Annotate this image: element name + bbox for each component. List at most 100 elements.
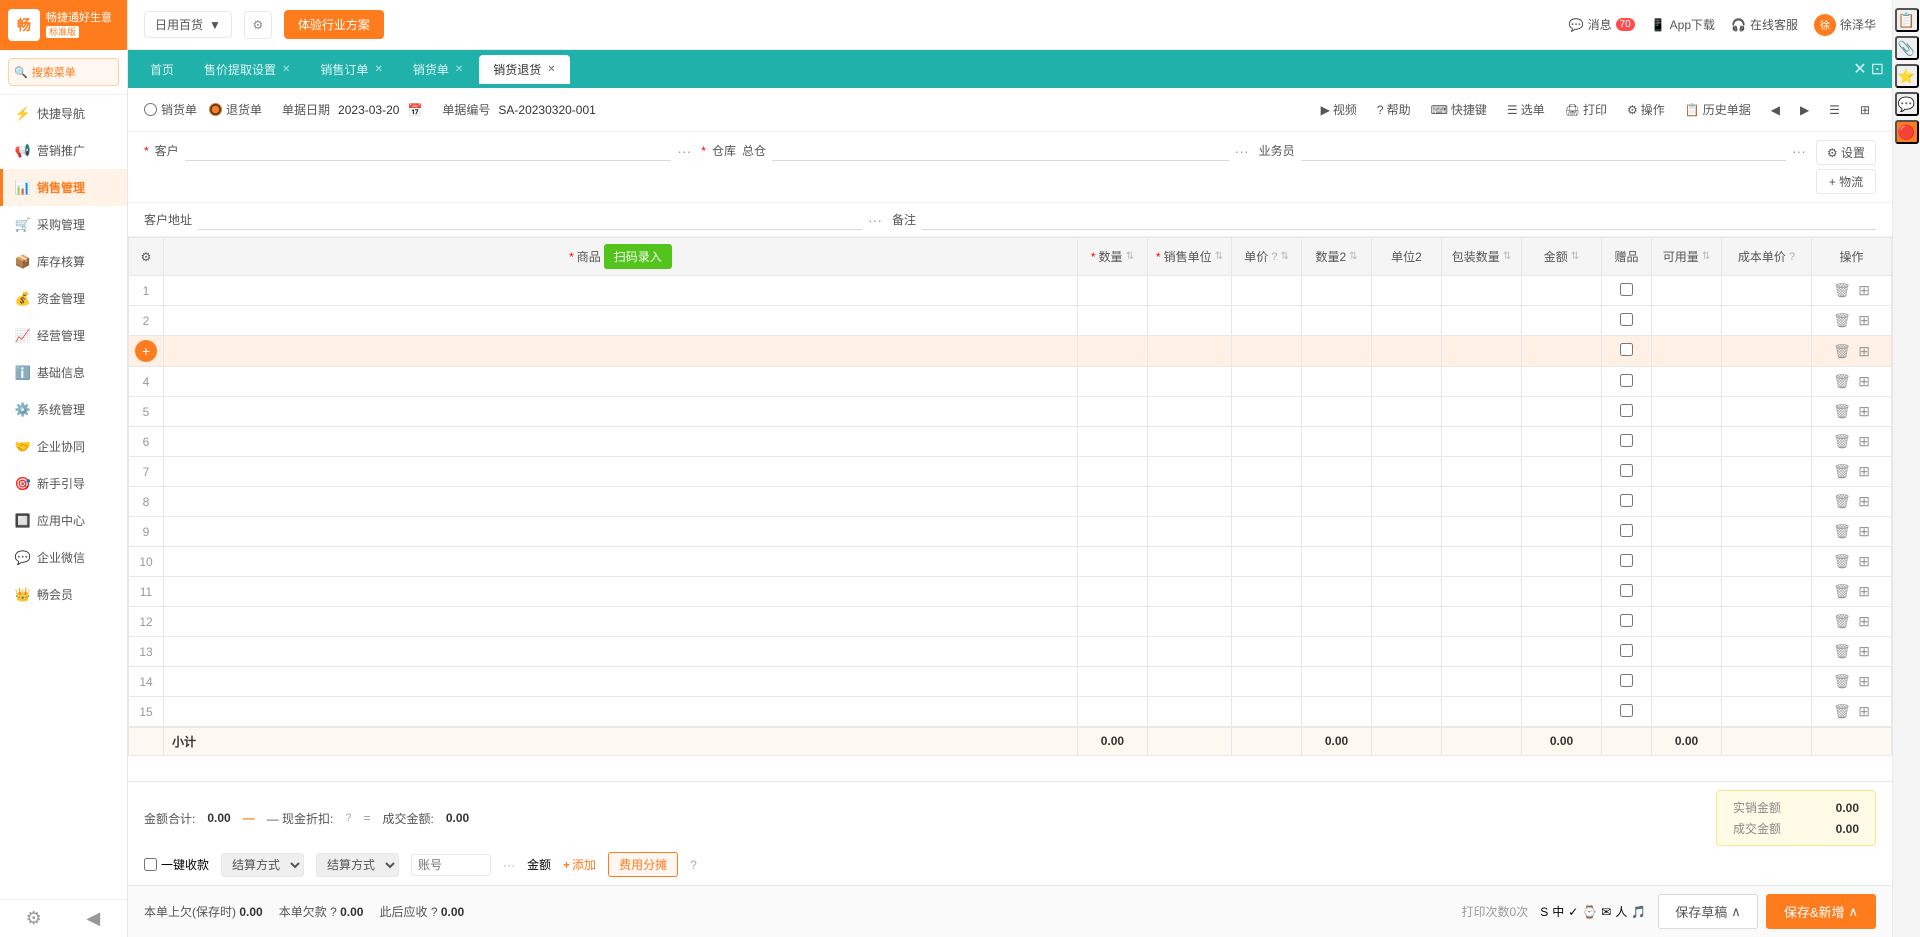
help-button[interactable]: ? 帮助 [1371, 98, 1417, 121]
close-icon[interactable]: ✕ [547, 64, 555, 75]
copy-row-button-14[interactable]: ⊞ [1856, 671, 1872, 692]
qty-input-12[interactable] [1084, 614, 1141, 629]
product-input-7[interactable] [170, 464, 1071, 479]
delete-row-button-6[interactable]: 🗑 [1831, 431, 1853, 452]
shortcut-button[interactable]: ⌨ 快捷键 [1425, 98, 1493, 121]
delete-row-button-1[interactable]: 🗑 [1831, 280, 1853, 301]
user-profile-button[interactable]: 徐 徐泽华 [1814, 14, 1876, 36]
sort-icon[interactable]: ⇅ [1571, 251, 1579, 262]
sidebar-item-app-center[interactable]: 🔲 应用中心 [0, 502, 127, 539]
sidebar-item-quick-nav[interactable]: ⚡ 快捷导航 [0, 95, 127, 132]
copy-row-button-10[interactable]: ⊞ [1856, 551, 1872, 572]
sidebar-item-guide[interactable]: 🎯 新手引导 [0, 465, 127, 502]
copy-row-button-4[interactable]: ⊞ [1856, 371, 1872, 392]
search-menu-button[interactable]: 🔍 搜索菜单 [8, 58, 119, 86]
sidebar-item-member[interactable]: 👑 畅会员 [0, 576, 127, 613]
gift-checkbox-4[interactable] [1620, 374, 1633, 387]
copy-row-button-3[interactable]: ⊞ [1856, 341, 1872, 362]
calc-method-select[interactable]: 结算方式 [221, 853, 304, 877]
close-icon[interactable]: ✕ [455, 64, 463, 75]
gift-checkbox-10[interactable] [1620, 554, 1633, 567]
product-input-8[interactable] [170, 494, 1071, 509]
history-button[interactable]: 📋 历史单据 [1679, 98, 1757, 121]
customer-input[interactable] [185, 140, 672, 161]
close-tab-button[interactable]: ✕ [1853, 59, 1866, 79]
radio-sale[interactable]: 销货单 [144, 101, 197, 118]
gift-checkbox-6[interactable] [1620, 434, 1633, 447]
sidebar-settings-button[interactable]: ⚙ [8, 908, 60, 929]
qty-input-13[interactable] [1084, 644, 1141, 659]
delete-row-button-15[interactable]: 🗑 [1831, 701, 1853, 722]
rp-chat-button[interactable]: 💬 [1895, 92, 1919, 116]
copy-row-button-1[interactable]: ⊞ [1856, 280, 1872, 301]
radio-sale-input[interactable] [144, 103, 157, 116]
delete-row-button-4[interactable]: 🗑 [1831, 371, 1853, 392]
delete-row-button-3[interactable]: 🗑 [1831, 341, 1853, 362]
account-input[interactable] [411, 854, 491, 876]
close-icon[interactable]: ✕ [282, 64, 290, 75]
account-picker[interactable]: ··· [503, 858, 515, 872]
app-download-button[interactable]: 📱 App下载 [1651, 16, 1715, 33]
gift-checkbox-13[interactable] [1620, 644, 1633, 657]
rp-star-button[interactable]: ⭐ [1895, 64, 1919, 88]
product-input-4[interactable] [170, 374, 1071, 389]
copy-row-button-6[interactable]: ⊞ [1856, 431, 1872, 452]
qty-input-7[interactable] [1084, 464, 1141, 479]
delete-row-button-11[interactable]: 🗑 [1831, 581, 1853, 602]
sidebar-collapse-button[interactable]: ◀ [68, 908, 120, 929]
view-grid-button[interactable]: ⊞ [1854, 100, 1876, 120]
sort-icon[interactable]: ⇅ [1126, 251, 1134, 262]
product-input-11[interactable] [170, 584, 1071, 599]
qty-input-6[interactable] [1084, 434, 1141, 449]
gift-checkbox-9[interactable] [1620, 524, 1633, 537]
next-record-button[interactable]: ▶ [1794, 100, 1815, 120]
qty-input-2[interactable] [1084, 313, 1141, 328]
qty-input-10[interactable] [1084, 554, 1141, 569]
quick-payment-input[interactable] [144, 858, 157, 871]
delete-row-button-7[interactable]: 🗑 [1831, 461, 1853, 482]
discount-help-icon[interactable]: ? [345, 812, 351, 824]
delete-row-button-10[interactable]: 🗑 [1831, 551, 1853, 572]
product-input-9[interactable] [170, 524, 1071, 539]
product-input-12[interactable] [170, 614, 1071, 629]
sidebar-item-system[interactable]: ⚙️ 系统管理 [0, 391, 127, 428]
copy-row-button-15[interactable]: ⊞ [1856, 701, 1872, 722]
gift-checkbox-8[interactable] [1620, 494, 1633, 507]
tab-home[interactable]: 首页 [136, 55, 188, 84]
gift-checkbox-2[interactable] [1620, 313, 1633, 326]
delete-row-button-14[interactable]: 🗑 [1831, 671, 1853, 692]
sidebar-item-inventory[interactable]: 📦 库存核算 [0, 243, 127, 280]
gift-checkbox-1[interactable] [1620, 283, 1633, 296]
product-input-1[interactable] [170, 283, 1071, 298]
sort-icon[interactable]: ⇅ [1702, 251, 1710, 262]
gift-checkbox-3[interactable] [1620, 343, 1633, 356]
settings-icon[interactable]: ⚙ [141, 250, 152, 264]
qty-input-9[interactable] [1084, 524, 1141, 539]
address-picker-button[interactable]: ··· [868, 212, 882, 228]
rp-notes-button[interactable]: 📋 [1895, 8, 1919, 32]
qty-input-5[interactable] [1084, 404, 1141, 419]
sidebar-item-operations[interactable]: 📈 经营管理 [0, 317, 127, 354]
qty-input-8[interactable] [1084, 494, 1141, 509]
help-icon[interactable]: ? [431, 905, 438, 919]
help-icon[interactable]: ? [1789, 251, 1795, 263]
logistics-button[interactable]: + 物流 [1816, 169, 1876, 194]
copy-row-button-8[interactable]: ⊞ [1856, 491, 1872, 512]
close-icon[interactable]: ✕ [374, 64, 382, 75]
sort-icon[interactable]: ⇅ [1215, 251, 1223, 262]
topbar-settings-button[interactable]: ⚙ [244, 11, 272, 39]
help-icon[interactable]: ? [330, 905, 337, 919]
sidebar-item-wechat[interactable]: 💬 企业微信 [0, 539, 127, 576]
product-input-3[interactable] [170, 344, 1071, 359]
scan-button[interactable]: 扫码录入 [604, 244, 672, 269]
tab-price-setting[interactable]: 售价提取设置 ✕ [190, 55, 304, 84]
calendar-icon[interactable]: 📅 [407, 103, 422, 117]
qty-input-11[interactable] [1084, 584, 1141, 599]
copy-row-button-12[interactable]: ⊞ [1856, 611, 1872, 632]
message-button[interactable]: 💬 消息 70 [1569, 16, 1635, 33]
warehouse-picker-button[interactable]: ··· [1235, 143, 1249, 159]
copy-row-button-11[interactable]: ⊞ [1856, 581, 1872, 602]
delete-row-button-9[interactable]: 🗑 [1831, 521, 1853, 542]
sidebar-item-purchase[interactable]: 🛒 采购管理 [0, 206, 127, 243]
qty-input-14[interactable] [1084, 674, 1141, 689]
